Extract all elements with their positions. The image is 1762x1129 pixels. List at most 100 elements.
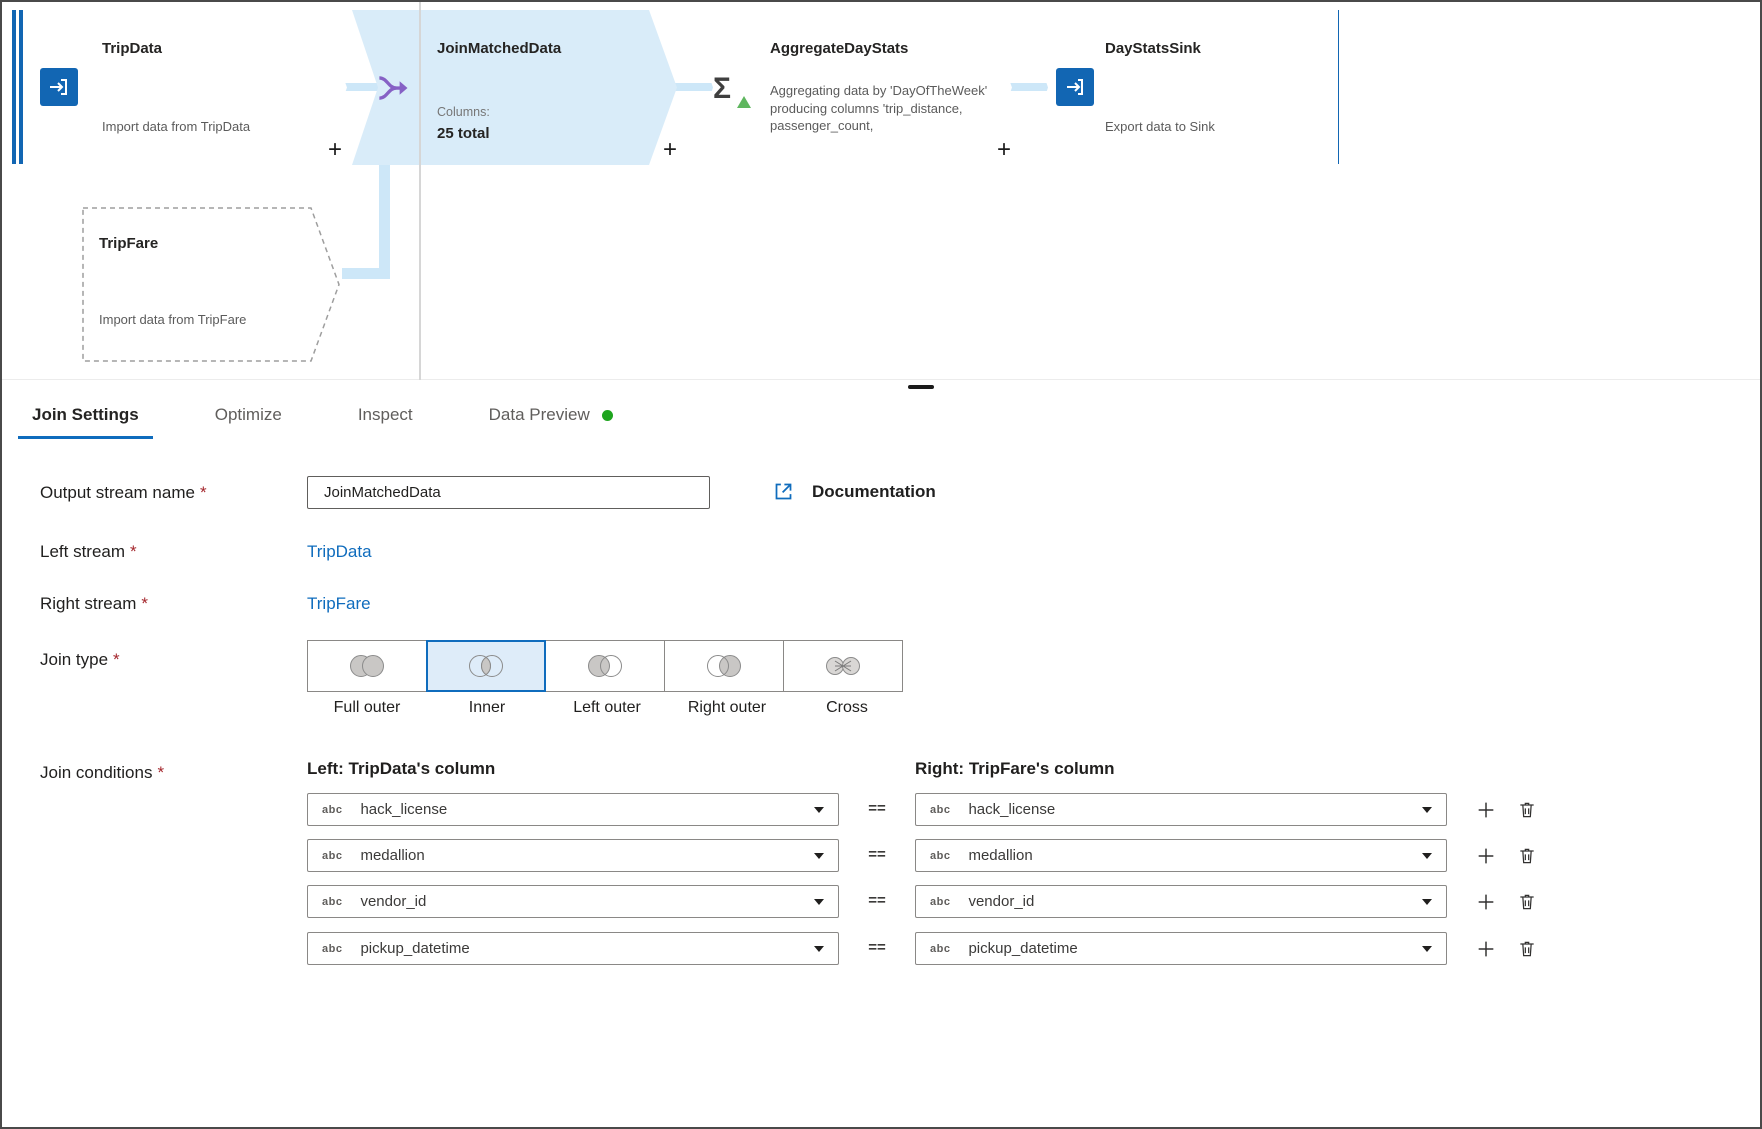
node-columns-label: Columns:	[437, 105, 490, 119]
source-icon	[40, 68, 78, 106]
node-tripdata[interactable]: TripData Import data from TripData	[32, 10, 347, 165]
join-type-inner-icon	[463, 651, 509, 681]
join-type-option-label: Left outer	[547, 699, 667, 717]
equals-operator: ==	[839, 892, 915, 909]
output-stream-name-input[interactable]	[307, 476, 710, 509]
chevron-down-icon	[1422, 899, 1432, 905]
tab-optimize[interactable]: Optimize	[201, 397, 296, 439]
string-type-badge: abc	[322, 896, 342, 908]
left-column-dropdown[interactable]: abc vendor_id	[307, 885, 839, 918]
column-value: hack_license	[360, 801, 447, 818]
join-icon	[376, 70, 412, 106]
node-title: TripFare	[99, 235, 158, 252]
column-value: vendor_id	[968, 893, 1034, 910]
node-aggregatedaystats[interactable]: Σ AggregateDayStats Aggregating data by …	[687, 10, 1012, 165]
left-stream-label: Left stream*	[40, 542, 137, 562]
left-stream-link[interactable]: TripData	[307, 542, 372, 562]
column-value: medallion	[360, 847, 424, 864]
column-value: hack_license	[968, 801, 1055, 818]
join-type-cross[interactable]	[783, 640, 903, 692]
column-value: pickup_datetime	[968, 940, 1077, 957]
string-type-badge: abc	[322, 804, 342, 816]
join-type-option-label: Inner	[427, 699, 547, 717]
string-type-badge: abc	[322, 850, 342, 862]
node-description: Export data to Sink	[1105, 118, 1215, 136]
join-type-right-outer[interactable]	[664, 640, 784, 692]
join-type-label: Join type*	[40, 650, 120, 670]
chevron-down-icon	[814, 853, 824, 859]
preview-status-dot	[602, 410, 613, 421]
tab-label: Data Preview	[489, 405, 590, 424]
add-condition-icon[interactable]	[1473, 797, 1499, 823]
node-title: DayStatsSink	[1105, 40, 1201, 57]
join-type-option-label: Cross	[787, 699, 907, 717]
delete-condition-icon[interactable]	[1514, 843, 1540, 869]
delete-condition-icon[interactable]	[1514, 889, 1540, 915]
add-transform-button[interactable]: +	[663, 138, 677, 162]
right-column-dropdown[interactable]: abc medallion	[915, 839, 1447, 872]
column-value: vendor_id	[360, 893, 426, 910]
sink-icon	[1056, 68, 1094, 106]
chevron-down-icon	[814, 807, 824, 813]
chevron-down-icon	[814, 899, 824, 905]
panel-collapse-handle[interactable]	[908, 385, 934, 389]
join-type-cross-icon	[820, 651, 866, 681]
add-condition-icon[interactable]	[1473, 889, 1499, 915]
add-transform-button[interactable]: +	[997, 138, 1011, 162]
node-joinmatcheddata[interactable]: JoinMatchedData Columns: 25 total	[352, 10, 677, 165]
string-type-badge: abc	[322, 943, 342, 955]
node-description: Import data from TripData	[102, 118, 250, 136]
node-title: JoinMatchedData	[437, 40, 561, 57]
right-stream-link[interactable]: TripFare	[307, 594, 371, 614]
string-type-badge: abc	[930, 804, 950, 816]
output-stream-name-label: Output stream name*	[40, 483, 207, 503]
tab-join-settings[interactable]: Join Settings	[18, 397, 153, 439]
panel-tabs: Join Settings Optimize Inspect Data Prev…	[18, 397, 627, 439]
connector-tripfare-join-horizontal	[342, 268, 390, 279]
join-type-full-outer[interactable]	[307, 640, 427, 692]
delete-condition-icon[interactable]	[1514, 936, 1540, 962]
right-column-header: Right: TripFare's column	[915, 759, 1115, 779]
chevron-down-icon	[1422, 807, 1432, 813]
join-type-option-label: Full outer	[307, 699, 427, 717]
right-stream-label: Right stream*	[40, 594, 148, 614]
join-type-full-outer-icon	[344, 651, 390, 681]
documentation-link[interactable]: Documentation	[773, 481, 936, 502]
node-tripfare[interactable]: TripFare Import data from TripFare	[82, 207, 340, 362]
tab-data-preview[interactable]: Data Preview	[475, 397, 627, 439]
equals-operator: ==	[839, 939, 915, 956]
join-type-option-label: Right outer	[667, 699, 787, 717]
aggregate-icon: Σ	[711, 72, 749, 110]
node-title: TripData	[102, 40, 162, 57]
left-column-dropdown[interactable]: abc medallion	[307, 839, 839, 872]
join-type-inner[interactable]	[426, 640, 546, 692]
column-value: pickup_datetime	[360, 940, 469, 957]
add-condition-icon[interactable]	[1473, 936, 1499, 962]
chevron-down-icon	[1422, 853, 1432, 859]
right-column-dropdown[interactable]: abc pickup_datetime	[915, 932, 1447, 965]
dataflow-canvas[interactable]: TripData Import data from TripData JoinM…	[2, 2, 1760, 380]
string-type-badge: abc	[930, 896, 950, 908]
add-transform-button[interactable]: +	[328, 138, 342, 162]
chevron-down-icon	[1422, 946, 1432, 952]
node-description: Aggregating data by 'DayOfTheWeek' produ…	[770, 82, 992, 164]
left-column-dropdown[interactable]: abc pickup_datetime	[307, 932, 839, 965]
left-column-dropdown[interactable]: abc hack_license	[307, 793, 839, 826]
external-link-icon	[773, 481, 794, 502]
join-type-right-outer-icon	[701, 651, 747, 681]
tab-inspect[interactable]: Inspect	[344, 397, 427, 439]
join-settings-panel: Join Settings Optimize Inspect Data Prev…	[2, 381, 1760, 1129]
add-condition-icon[interactable]	[1473, 843, 1499, 869]
documentation-label: Documentation	[812, 482, 936, 502]
chevron-down-icon	[814, 946, 824, 952]
column-value: medallion	[968, 847, 1032, 864]
right-column-dropdown[interactable]: abc hack_license	[915, 793, 1447, 826]
string-type-badge: abc	[930, 850, 950, 862]
join-type-option-labels: Full outer Inner Left outer Right outer …	[307, 699, 907, 717]
right-column-dropdown[interactable]: abc vendor_id	[915, 885, 1447, 918]
connector-tripfare-join-vertical	[379, 162, 390, 277]
delete-condition-icon[interactable]	[1514, 797, 1540, 823]
node-daystatssink[interactable]: DayStatsSink Export data to Sink	[1022, 10, 1338, 165]
join-type-left-outer[interactable]	[545, 640, 665, 692]
left-column-header: Left: TripData's column	[307, 759, 495, 779]
